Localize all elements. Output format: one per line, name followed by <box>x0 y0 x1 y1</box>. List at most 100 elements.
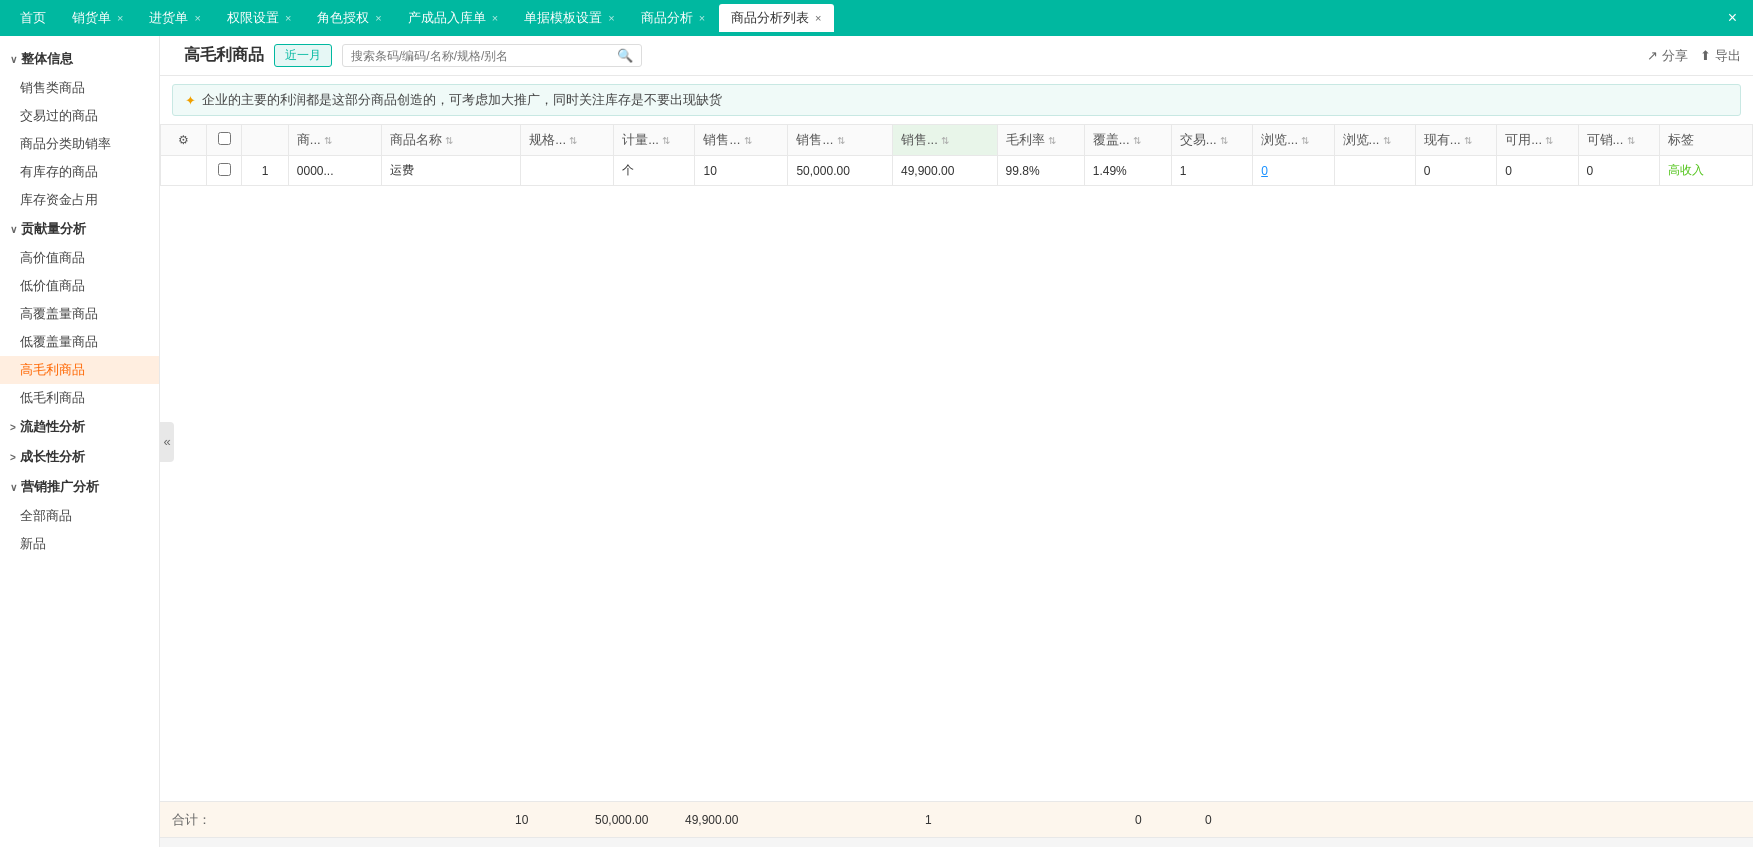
close-icon[interactable]: × <box>375 12 381 24</box>
th-sales2[interactable]: 销售... ⇅ <box>788 125 893 156</box>
sidebar-item-all-goods[interactable]: 全部商品 <box>0 502 159 530</box>
share-button[interactable]: ↗ 分享 <box>1647 47 1688 65</box>
footer-sales1: 10 <box>507 811 587 829</box>
sidebar-toggle-button[interactable]: « <box>160 422 174 462</box>
bottom-scrollbar[interactable] <box>160 837 1753 847</box>
tab-permission-label: 权限设置 <box>227 9 279 27</box>
sidebar-group-overall[interactable]: ∨ 整体信息 <box>0 44 159 74</box>
th-stock2[interactable]: 可用... ⇅ <box>1497 125 1578 156</box>
th-browse1[interactable]: 浏览... ⇅ <box>1253 125 1334 156</box>
th-stock3[interactable]: 可销... ⇅ <box>1578 125 1659 156</box>
tab-product-in[interactable]: 产成品入库单 × <box>396 4 510 32</box>
tab-sales[interactable]: 销货单 × <box>60 4 135 32</box>
cell-trade: 1 <box>1171 156 1252 186</box>
sidebar-item-low-value[interactable]: 低价值商品 <box>0 272 159 300</box>
window-close-button[interactable]: × <box>1720 9 1745 27</box>
sidebar: ∨ 整体信息 销售类商品 交易过的商品 商品分类助销率 有库存的商品 库存资金占… <box>0 36 160 847</box>
cell-browse1[interactable]: 0 <box>1253 156 1334 186</box>
tab-role[interactable]: 角色授权 × <box>305 4 393 32</box>
th-sales3[interactable]: 销售... ⇅ <box>893 125 998 156</box>
sidebar-group-contribution-label: 贡献量分析 <box>21 220 86 238</box>
th-unit[interactable]: 计量... ⇅ <box>614 125 695 156</box>
tab-purchase[interactable]: 进货单 × <box>137 4 212 32</box>
footer-spacer2 <box>767 811 917 829</box>
th-name[interactable]: 商品名称 ⇅ <box>381 125 520 156</box>
tab-analysis-list[interactable]: 商品分析列表 × <box>719 4 833 32</box>
table-header-row: ⚙ 商... ⇅ 商品名称 ⇅ 规格... ⇅ 计量... ⇅ 销售... ⇅ … <box>161 125 1753 156</box>
sidebar-group-growth[interactable]: > 成长性分析 <box>0 442 159 472</box>
chevron-right-icon: > <box>10 422 16 433</box>
main-layout: ∨ 整体信息 销售类商品 交易过的商品 商品分类助销率 有库存的商品 库存资金占… <box>0 36 1753 847</box>
sidebar-group-flow[interactable]: > 流趋性分析 <box>0 412 159 442</box>
th-browse2[interactable]: 浏览... ⇅ <box>1334 125 1415 156</box>
row-checkbox[interactable] <box>218 163 231 176</box>
close-icon[interactable]: × <box>117 12 123 24</box>
tab-sales-label: 销货单 <box>72 9 111 27</box>
tab-template[interactable]: 单据模板设置 × <box>512 4 626 32</box>
th-gross-rate[interactable]: 毛利率 ⇅ <box>997 125 1084 156</box>
close-icon[interactable]: × <box>815 12 821 24</box>
sidebar-group-contribution[interactable]: ∨ 贡献量分析 <box>0 214 159 244</box>
tab-template-label: 单据模板设置 <box>524 9 602 27</box>
close-icon[interactable]: × <box>608 12 614 24</box>
th-coverage[interactable]: 覆盖... ⇅ <box>1084 125 1171 156</box>
sort-icon: ⇅ <box>837 135 845 146</box>
sidebar-item-low-margin[interactable]: 低毛利商品 <box>0 384 159 412</box>
search-icon[interactable]: 🔍 <box>617 48 633 63</box>
chevron-down-icon: ∨ <box>10 54 17 65</box>
footer-trade: 1 <box>917 811 987 829</box>
th-sales1[interactable]: 销售... ⇅ <box>695 125 788 156</box>
tab-analysis[interactable]: 商品分析 × <box>629 4 717 32</box>
sidebar-item-high-margin[interactable]: 高毛利商品 <box>0 356 159 384</box>
sidebar-group-growth-label: 成长性分析 <box>20 448 85 466</box>
cell-index: 1 <box>242 156 288 186</box>
sidebar-item-traded-goods[interactable]: 交易过的商品 <box>0 102 159 130</box>
sidebar-item-stock-funds[interactable]: 库存资金占用 <box>0 186 159 214</box>
cell-gross-rate: 99.8% <box>997 156 1084 186</box>
cell-spec <box>521 156 614 186</box>
sidebar-group-flow-label: 流趋性分析 <box>20 418 85 436</box>
close-icon[interactable]: × <box>194 12 200 24</box>
close-icon[interactable]: × <box>285 12 291 24</box>
sort-icon: ⇅ <box>569 135 577 146</box>
cell-checkbox[interactable] <box>207 156 242 186</box>
th-index <box>242 125 288 156</box>
sidebar-group-marketing[interactable]: ∨ 营销推广分析 <box>0 472 159 502</box>
header-actions: ↗ 分享 ⬆ 导出 <box>1647 47 1741 65</box>
content-area: « 高毛利商品 近一月 🔍 ↗ 分享 ⬆ 导出 ✦ <box>160 36 1753 847</box>
sidebar-item-low-coverage[interactable]: 低覆盖量商品 <box>0 328 159 356</box>
footer-spacer3 <box>987 811 1127 829</box>
select-all-checkbox[interactable] <box>218 132 231 145</box>
sidebar-item-in-stock[interactable]: 有库存的商品 <box>0 158 159 186</box>
page-title: 高毛利商品 <box>184 45 264 66</box>
sidebar-item-high-coverage[interactable]: 高覆盖量商品 <box>0 300 159 328</box>
search-input[interactable] <box>351 49 612 63</box>
time-filter-button[interactable]: 近一月 <box>274 44 332 67</box>
tab-permission[interactable]: 权限设置 × <box>215 4 303 32</box>
sort-icon: ⇅ <box>1383 135 1391 146</box>
info-bar: ✦ 企业的主要的利润都是这部分商品创造的，可考虑加大推广，同时关注库存是不要出现… <box>172 84 1741 116</box>
close-icon[interactable]: × <box>699 12 705 24</box>
cell-name: 运费 <box>381 156 520 186</box>
chevron-down-icon: ∨ <box>10 482 17 493</box>
export-button[interactable]: ⬆ 导出 <box>1700 47 1741 65</box>
th-checkbox[interactable] <box>207 125 242 156</box>
th-stock1[interactable]: 现有... ⇅ <box>1415 125 1496 156</box>
sidebar-item-sales-goods[interactable]: 销售类商品 <box>0 74 159 102</box>
sidebar-item-high-value[interactable]: 高价值商品 <box>0 244 159 272</box>
sidebar-item-category-rate[interactable]: 商品分类助销率 <box>0 130 159 158</box>
th-spec[interactable]: 规格... ⇅ <box>521 125 614 156</box>
close-icon[interactable]: × <box>492 12 498 24</box>
tab-product-in-label: 产成品入库单 <box>408 9 486 27</box>
th-code[interactable]: 商... ⇅ <box>288 125 381 156</box>
data-table: ⚙ 商... ⇅ 商品名称 ⇅ 规格... ⇅ 计量... ⇅ 销售... ⇅ … <box>160 124 1753 186</box>
tab-home[interactable]: 首页 <box>8 4 58 32</box>
table-row: 1 0000... 运费 个 10 50,000.00 49,900.00 99… <box>161 156 1753 186</box>
table-container[interactable]: ⚙ 商... ⇅ 商品名称 ⇅ 规格... ⇅ 计量... ⇅ 销售... ⇅ … <box>160 124 1753 801</box>
sidebar-item-new-goods[interactable]: 新品 <box>0 530 159 558</box>
cell-stock1: 0 <box>1415 156 1496 186</box>
th-trade[interactable]: 交易... ⇅ <box>1171 125 1252 156</box>
th-settings[interactable]: ⚙ <box>161 125 207 156</box>
tab-analysis-label: 商品分析 <box>641 9 693 27</box>
cell-stock3: 0 <box>1578 156 1659 186</box>
